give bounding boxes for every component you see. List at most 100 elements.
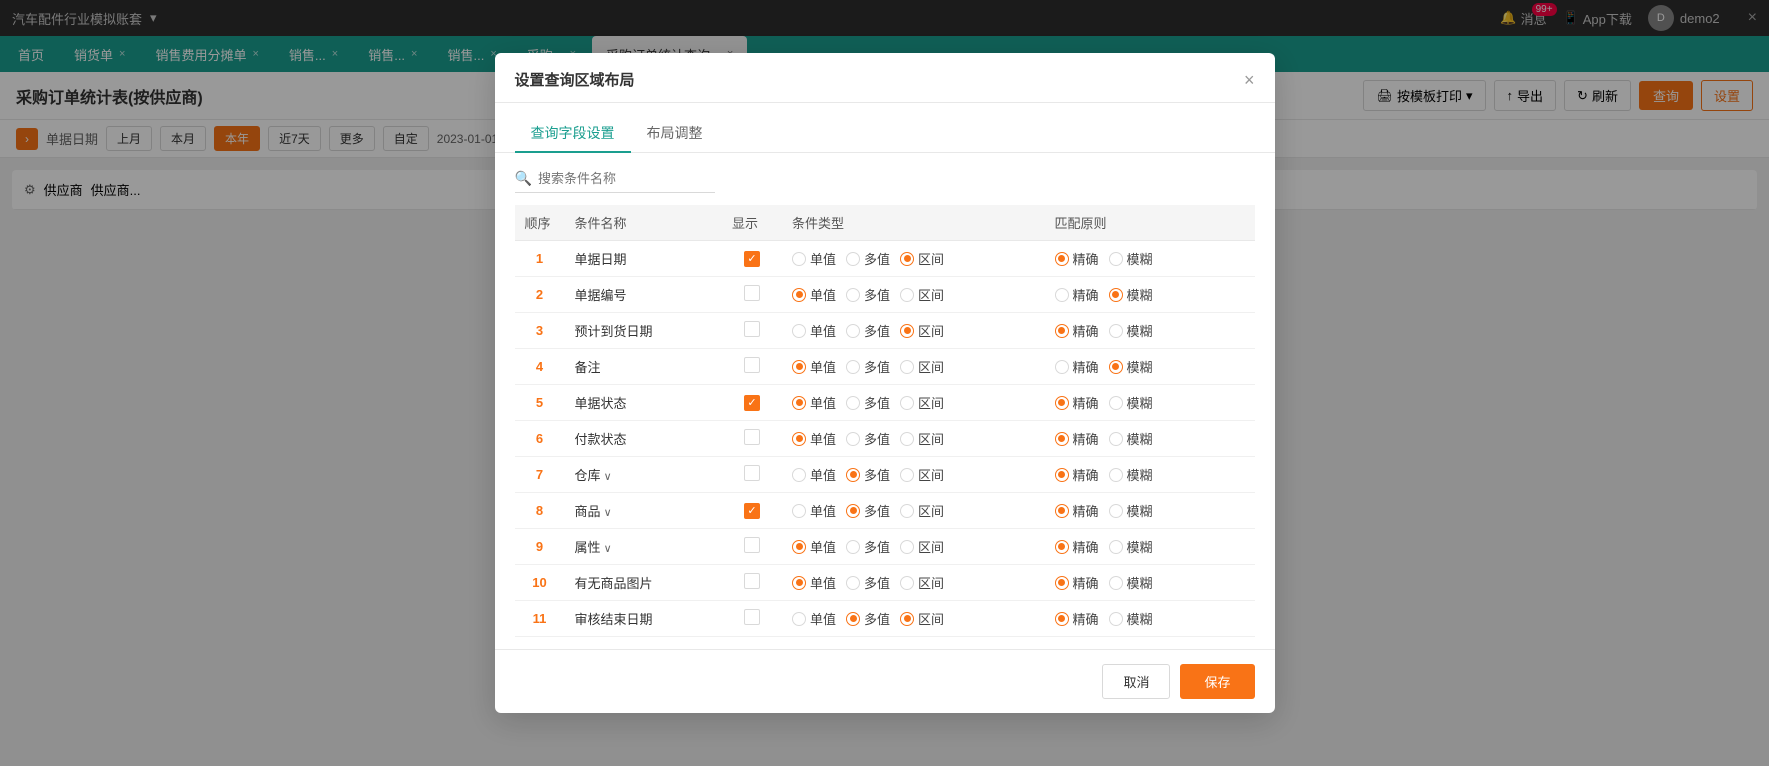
type-radio-range-9[interactable] — [900, 540, 914, 554]
match-radio-fuzzy-7[interactable] — [1109, 468, 1123, 482]
type-range-7[interactable]: 区间 — [900, 465, 944, 484]
match-exact-7[interactable]: 精确 — [1055, 465, 1099, 484]
type-radio-single-11[interactable] — [792, 612, 806, 626]
type-radio-single-8[interactable] — [792, 504, 806, 518]
row-display-9[interactable] — [722, 529, 782, 565]
display-checkbox-5[interactable] — [744, 395, 760, 411]
type-multi-8[interactable]: 多值 — [846, 501, 890, 520]
type-range-3[interactable]: 区间 — [900, 321, 944, 340]
type-multi-4[interactable]: 多值 — [846, 357, 890, 376]
type-multi-6[interactable]: 多值 — [846, 429, 890, 448]
match-exact-5[interactable]: 精确 — [1055, 393, 1099, 412]
type-radio-multi-3[interactable] — [846, 324, 860, 338]
type-radio-range-7[interactable] — [900, 468, 914, 482]
type-radio-single-10[interactable] — [792, 576, 806, 590]
display-checkbox-10[interactable] — [744, 573, 760, 589]
type-radio-multi-9[interactable] — [846, 540, 860, 554]
type-single-10[interactable]: 单值 — [792, 573, 836, 592]
type-radio-single-5[interactable] — [792, 396, 806, 410]
row-display-8[interactable] — [722, 493, 782, 529]
type-radio-range-2[interactable] — [900, 288, 914, 302]
match-exact-4[interactable]: 精确 — [1055, 357, 1099, 376]
match-radio-fuzzy-5[interactable] — [1109, 396, 1123, 410]
type-radio-single-1[interactable] — [792, 252, 806, 266]
match-exact-2[interactable]: 精确 — [1055, 285, 1099, 304]
type-multi-2[interactable]: 多值 — [846, 285, 890, 304]
match-radio-exact-6[interactable] — [1055, 432, 1069, 446]
type-single-8[interactable]: 单值 — [792, 501, 836, 520]
type-radio-multi-2[interactable] — [846, 288, 860, 302]
type-radio-multi-1[interactable] — [846, 252, 860, 266]
match-fuzzy-6[interactable]: 模糊 — [1109, 429, 1153, 448]
match-fuzzy-3[interactable]: 模糊 — [1109, 321, 1153, 340]
type-radio-range-3[interactable] — [900, 324, 914, 338]
type-single-1[interactable]: 单值 — [792, 249, 836, 268]
match-radio-exact-9[interactable] — [1055, 540, 1069, 554]
type-radio-multi-4[interactable] — [846, 360, 860, 374]
type-range-1[interactable]: 区间 — [900, 249, 944, 268]
match-exact-8[interactable]: 精确 — [1055, 501, 1099, 520]
type-single-7[interactable]: 单值 — [792, 465, 836, 484]
match-fuzzy-11[interactable]: 模糊 — [1109, 609, 1153, 628]
display-checkbox-11[interactable] — [744, 609, 760, 625]
type-radio-range-5[interactable] — [900, 396, 914, 410]
type-multi-10[interactable]: 多值 — [846, 573, 890, 592]
row-display-3[interactable] — [722, 313, 782, 349]
type-radio-single-4[interactable] — [792, 360, 806, 374]
display-checkbox-9[interactable] — [744, 537, 760, 553]
type-single-2[interactable]: 单值 — [792, 285, 836, 304]
match-radio-exact-4[interactable] — [1055, 360, 1069, 374]
type-range-10[interactable]: 区间 — [900, 573, 944, 592]
row-display-1[interactable] — [722, 241, 782, 277]
display-checkbox-4[interactable] — [744, 357, 760, 373]
match-radio-exact-11[interactable] — [1055, 612, 1069, 626]
type-range-9[interactable]: 区间 — [900, 537, 944, 556]
type-range-4[interactable]: 区间 — [900, 357, 944, 376]
match-radio-fuzzy-6[interactable] — [1109, 432, 1123, 446]
type-single-5[interactable]: 单值 — [792, 393, 836, 412]
row-display-5[interactable] — [722, 385, 782, 421]
match-radio-fuzzy-4[interactable] — [1109, 360, 1123, 374]
match-exact-9[interactable]: 精确 — [1055, 537, 1099, 556]
match-fuzzy-8[interactable]: 模糊 — [1109, 501, 1153, 520]
display-checkbox-6[interactable] — [744, 429, 760, 445]
match-fuzzy-4[interactable]: 模糊 — [1109, 357, 1153, 376]
save-btn[interactable]: 保存 — [1180, 664, 1254, 699]
type-range-2[interactable]: 区间 — [900, 285, 944, 304]
type-radio-multi-6[interactable] — [846, 432, 860, 446]
match-fuzzy-2[interactable]: 模糊 — [1109, 285, 1153, 304]
condition-search-input[interactable] — [532, 169, 715, 188]
match-fuzzy-10[interactable]: 模糊 — [1109, 573, 1153, 592]
type-multi-9[interactable]: 多值 — [846, 537, 890, 556]
type-radio-single-2[interactable] — [792, 288, 806, 302]
match-radio-exact-7[interactable] — [1055, 468, 1069, 482]
match-radio-fuzzy-1[interactable] — [1109, 252, 1123, 266]
match-exact-6[interactable]: 精确 — [1055, 429, 1099, 448]
row-display-7[interactable] — [722, 457, 782, 493]
match-exact-1[interactable]: 精确 — [1055, 249, 1099, 268]
display-checkbox-2[interactable] — [744, 285, 760, 301]
type-radio-multi-8[interactable] — [846, 504, 860, 518]
type-range-6[interactable]: 区间 — [900, 429, 944, 448]
dialog-tab-layout[interactable]: 布局调整 — [631, 115, 719, 153]
match-radio-fuzzy-3[interactable] — [1109, 324, 1123, 338]
display-checkbox-7[interactable] — [744, 465, 760, 481]
dialog-close-btn[interactable]: × — [1244, 71, 1255, 89]
match-fuzzy-7[interactable]: 模糊 — [1109, 465, 1153, 484]
type-radio-range-4[interactable] — [900, 360, 914, 374]
type-radio-single-7[interactable] — [792, 468, 806, 482]
display-checkbox-3[interactable] — [744, 321, 760, 337]
type-radio-range-11[interactable] — [900, 612, 914, 626]
type-multi-1[interactable]: 多值 — [846, 249, 890, 268]
type-radio-range-8[interactable] — [900, 504, 914, 518]
type-multi-5[interactable]: 多值 — [846, 393, 890, 412]
type-radio-multi-7[interactable] — [846, 468, 860, 482]
dialog-tab-query-fields[interactable]: 查询字段设置 — [515, 115, 631, 153]
type-multi-7[interactable]: 多值 — [846, 465, 890, 484]
match-fuzzy-5[interactable]: 模糊 — [1109, 393, 1153, 412]
type-radio-multi-10[interactable] — [846, 576, 860, 590]
type-single-9[interactable]: 单值 — [792, 537, 836, 556]
type-radio-range-6[interactable] — [900, 432, 914, 446]
display-checkbox-1[interactable] — [744, 251, 760, 267]
row-display-10[interactable] — [722, 565, 782, 601]
